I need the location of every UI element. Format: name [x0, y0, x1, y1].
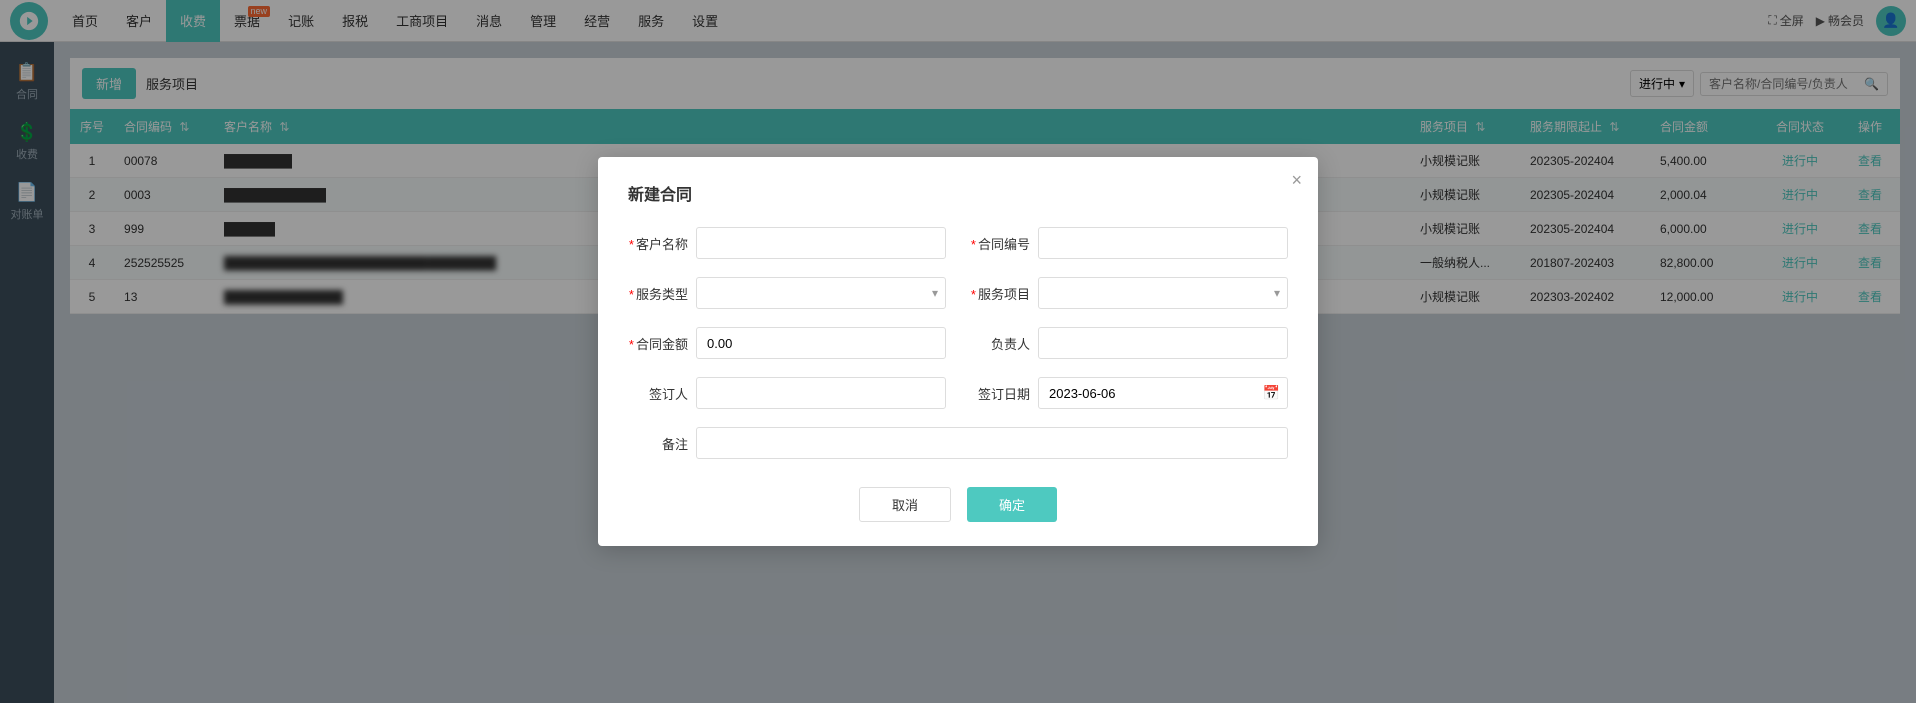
- field-sign-date: 签订日期 📅: [970, 377, 1288, 409]
- signer-input[interactable]: [696, 377, 946, 409]
- service-type-select-wrapper: ▾: [696, 277, 946, 309]
- remark-label: 备注: [628, 434, 688, 453]
- calendar-icon[interactable]: 📅: [1263, 385, 1280, 402]
- responsible-person-label: 负责人: [970, 334, 1030, 353]
- form-row-2: *服务类型 ▾ *服务项目 ▾: [628, 277, 1288, 309]
- responsible-person-input[interactable]: [1038, 327, 1288, 359]
- field-service-type: *服务类型 ▾: [628, 277, 946, 309]
- sign-date-input[interactable]: [1038, 377, 1288, 409]
- field-contract-amount: *合同金额: [628, 327, 946, 359]
- modal-close-button[interactable]: ×: [1291, 171, 1302, 189]
- confirm-button[interactable]: 确定: [967, 487, 1057, 522]
- modal-footer: 取消 确定: [628, 487, 1288, 522]
- new-contract-modal: 新建合同 × *客户名称 *合同编号 *服务类型: [598, 157, 1318, 546]
- service-type-select[interactable]: [696, 277, 946, 309]
- service-item-label: *服务项目: [970, 284, 1030, 303]
- sign-date-wrapper: 📅: [1038, 377, 1288, 409]
- field-customer-name: *客户名称: [628, 227, 946, 259]
- customer-name-label: *客户名称: [628, 234, 688, 253]
- form-row-4: 签订人 签订日期 📅: [628, 377, 1288, 409]
- modal-overlay[interactable]: 新建合同 × *客户名称 *合同编号 *服务类型: [0, 0, 1916, 703]
- cancel-button[interactable]: 取消: [859, 487, 951, 522]
- contract-no-input[interactable]: [1038, 227, 1288, 259]
- form-row-5: 备注: [628, 427, 1288, 459]
- form-row-1: *客户名称 *合同编号: [628, 227, 1288, 259]
- field-remark: 备注: [628, 427, 1288, 459]
- service-item-select[interactable]: [1038, 277, 1288, 309]
- service-item-select-wrapper: ▾: [1038, 277, 1288, 309]
- contract-no-label: *合同编号: [970, 234, 1030, 253]
- sign-date-label: 签订日期: [970, 384, 1030, 403]
- field-contract-no: *合同编号: [970, 227, 1288, 259]
- modal-title: 新建合同: [628, 181, 1288, 205]
- remark-input[interactable]: [696, 427, 1288, 459]
- field-responsible-person: 负责人: [970, 327, 1288, 359]
- field-signer: 签订人: [628, 377, 946, 409]
- signer-label: 签订人: [628, 384, 688, 403]
- form-row-3: *合同金额 负责人: [628, 327, 1288, 359]
- contract-amount-label: *合同金额: [628, 334, 688, 353]
- field-service-item: *服务项目 ▾: [970, 277, 1288, 309]
- customer-name-input[interactable]: [696, 227, 946, 259]
- service-type-label: *服务类型: [628, 284, 688, 303]
- contract-amount-input[interactable]: [696, 327, 946, 359]
